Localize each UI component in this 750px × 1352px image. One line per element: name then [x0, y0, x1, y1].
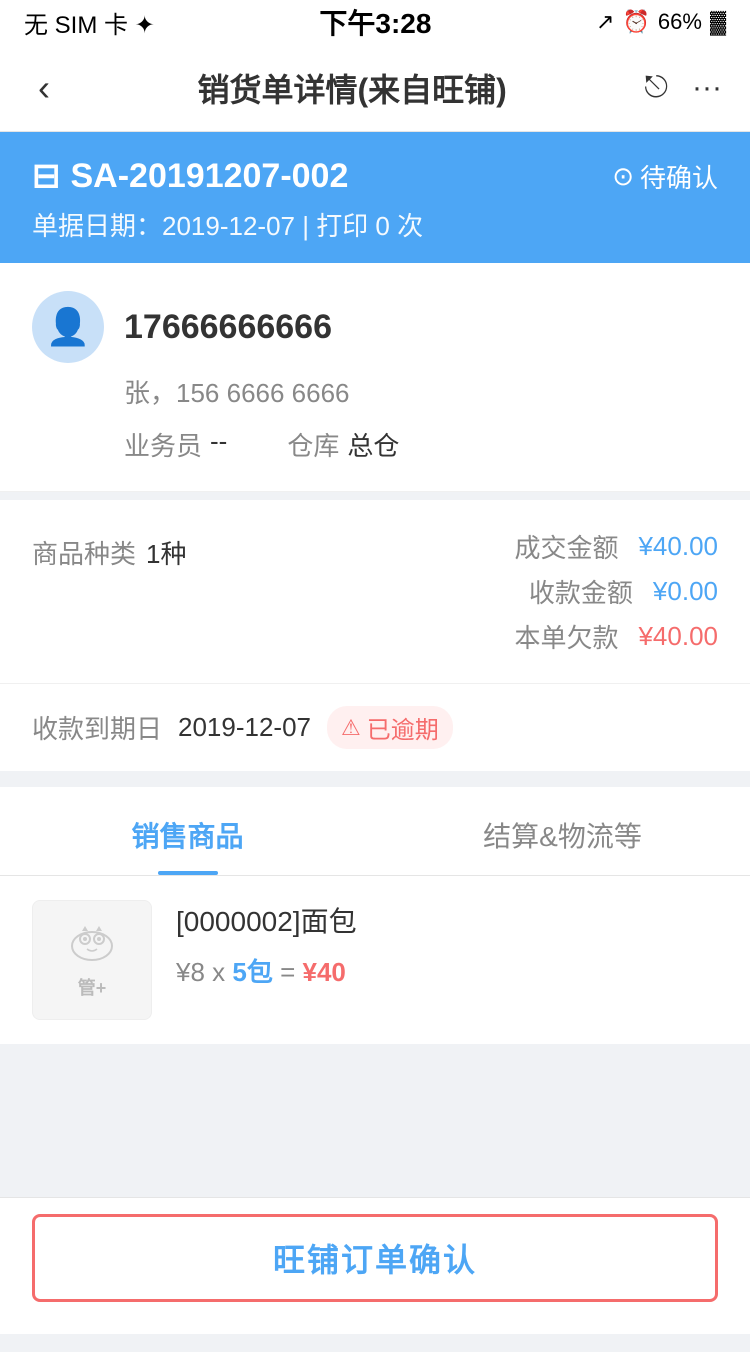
owed-value: ¥40.00	[638, 621, 718, 652]
location-icon: ↗	[596, 9, 614, 35]
order-banner-top: ⊟ SA-20191207-002 ⊙ 待确认	[32, 156, 718, 196]
page-title: 销货单详情(来自旺铺)	[197, 65, 506, 111]
confirm-button[interactable]: 旺铺订单确认	[32, 1214, 718, 1302]
warehouse-value: 总仓	[347, 426, 399, 463]
order-banner: ⊟ SA-20191207-002 ⊙ 待确认 单据日期：2019-12-07 …	[0, 132, 750, 263]
tab-sales-products[interactable]: 销售商品	[0, 787, 375, 875]
summary-section: 商品种类 1种 成交金额 ¥40.00 收款金额 ¥0.00 本单欠款 ¥40.…	[0, 500, 750, 684]
goods-type-value: 1种	[146, 534, 186, 571]
summary-left: 商品种类 1种	[32, 528, 514, 655]
status-icon: ⊙	[612, 161, 634, 192]
summary-right: 成交金额 ¥40.00 收款金额 ¥0.00 本单欠款 ¥40.00	[514, 528, 718, 655]
quantity: 5包	[232, 957, 272, 987]
sales-person: 业务员 --	[124, 426, 227, 463]
equals: =	[273, 957, 303, 987]
order-icon: ⊟	[32, 156, 61, 196]
product-logo: 管+	[52, 930, 132, 990]
status-right: ↗ ⏰ 66% ▓	[596, 9, 726, 35]
goods-type: 商品种类 1种	[32, 534, 186, 571]
product-info: [0000002]面包 ¥8 x 5包 = ¥40	[176, 900, 718, 989]
tab-sales-label: 销售商品	[131, 821, 243, 852]
back-button[interactable]: ‹	[28, 57, 60, 119]
divider-2	[0, 779, 750, 787]
owl-icon	[67, 921, 117, 970]
sales-label: 业务员	[124, 426, 202, 463]
due-label: 收款到期日	[32, 709, 162, 746]
battery-level: 66%	[658, 9, 702, 35]
received-value: ¥0.00	[653, 576, 718, 607]
customer-meta: 业务员 -- 仓库 总仓	[124, 426, 718, 463]
battery-icon: ▓	[710, 9, 726, 35]
owed-label: 本单欠款	[514, 618, 618, 655]
sim-status: 无 SIM 卡 ✦	[24, 5, 155, 40]
customer-name: 张，156 6666 6666	[124, 373, 718, 410]
status-text: 待确认	[640, 158, 718, 195]
tab-settlement[interactable]: 结算&物流等	[375, 787, 750, 875]
received-amount: 收款金额 ¥0.00	[529, 573, 718, 610]
owed-amount: 本单欠款 ¥40.00	[514, 618, 718, 655]
status-bar: 无 SIM 卡 ✦ 下午3:28 ↗ ⏰ 66% ▓	[0, 0, 750, 44]
nav-bar: ‹ 销货单详情(来自旺铺) ⎋ ···	[0, 44, 750, 132]
alarm-icon: ⏰	[622, 9, 649, 35]
more-button[interactable]: ···	[692, 71, 722, 105]
price-formula: ¥8 x	[176, 957, 232, 987]
divider-1	[0, 492, 750, 500]
transaction-label: 成交金额	[514, 528, 618, 565]
product-section: 管+ [0000002]面包 ¥8 x 5包 = ¥40	[0, 876, 750, 1044]
order-date: 单据日期：2019-12-07 | 打印 0 次	[32, 206, 718, 243]
warehouse-label: 仓库	[287, 426, 339, 463]
avatar: 👤	[32, 291, 104, 363]
product-image: 管+	[32, 900, 152, 1020]
product-price: ¥8 x 5包 = ¥40	[176, 952, 718, 989]
status-time: 下午3:28	[319, 2, 431, 42]
nav-actions: ⎋ ···	[644, 71, 722, 105]
status-left: 无 SIM 卡 ✦	[24, 5, 155, 40]
overdue-icon: ⚠	[341, 715, 361, 741]
total-price: ¥40	[302, 957, 345, 987]
customer-top: 👤 17666666666	[32, 291, 718, 363]
order-status: ⊙ 待确认	[612, 158, 718, 195]
bottom-bar: 旺铺订单确认	[0, 1197, 750, 1334]
customer-phone: 17666666666	[124, 308, 332, 347]
received-label: 收款金额	[529, 573, 633, 610]
sales-value: --	[210, 426, 227, 463]
warehouse: 仓库 总仓	[287, 426, 399, 463]
overdue-text: 已逾期	[367, 710, 439, 745]
share-button[interactable]: ⎋	[644, 71, 668, 105]
transaction-amount: 成交金额 ¥40.00	[514, 528, 718, 565]
customer-section: 👤 17666666666 张，156 6666 6666 业务员 -- 仓库 …	[0, 263, 750, 492]
tabs-section: 销售商品 结算&物流等	[0, 787, 750, 876]
overdue-badge: ⚠ 已逾期	[327, 706, 453, 749]
avatar-icon: 👤	[46, 306, 91, 348]
product-name: [0000002]面包	[176, 900, 718, 940]
brand-label: 管+	[78, 974, 107, 1000]
order-id-text: SA-20191207-002	[71, 157, 349, 196]
order-id: ⊟ SA-20191207-002	[32, 156, 348, 196]
transaction-value: ¥40.00	[638, 531, 718, 562]
tab-settlement-label: 结算&物流等	[483, 821, 642, 852]
due-section: 收款到期日 2019-12-07 ⚠ 已逾期	[0, 684, 750, 779]
due-date: 2019-12-07	[178, 712, 311, 743]
goods-type-label: 商品种类	[32, 534, 136, 571]
